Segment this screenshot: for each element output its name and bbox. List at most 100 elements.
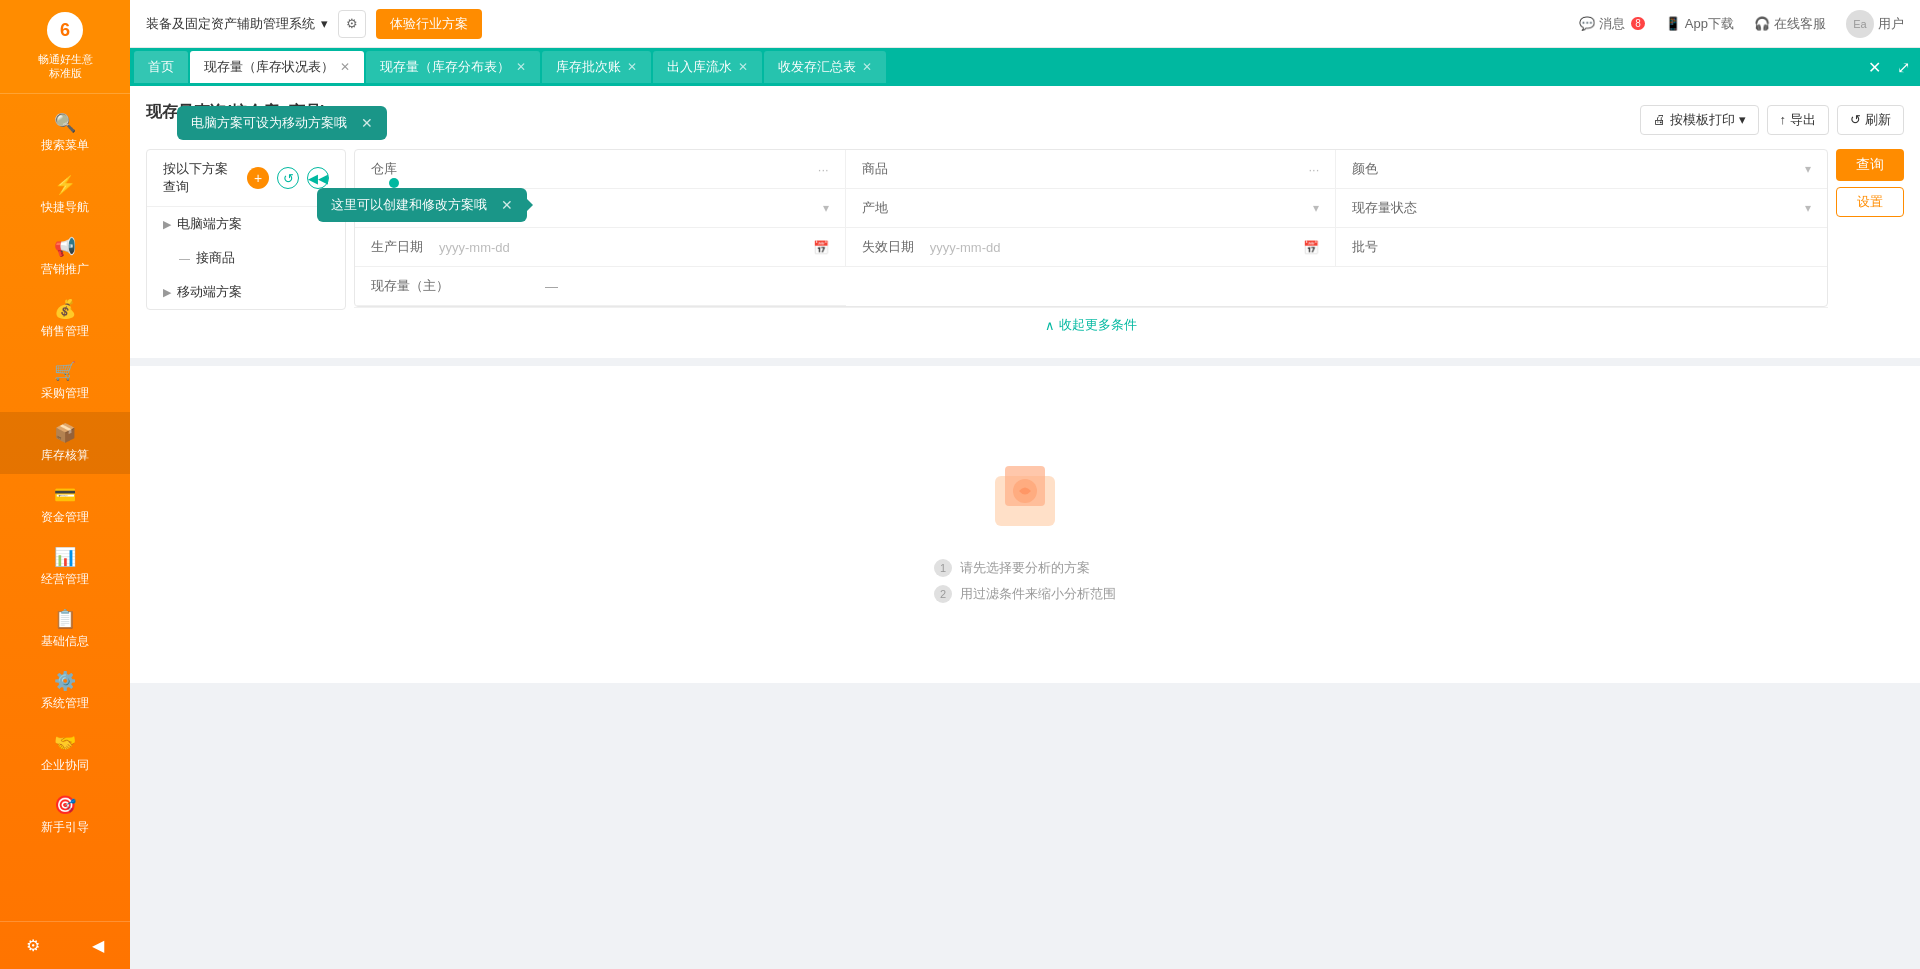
sidebar-item-management[interactable]: 📊 经营管理 [0,536,130,598]
sidebar-item-finance[interactable]: 💳 资金管理 [0,474,130,536]
expire-date-input[interactable] [930,240,1296,255]
size-dropdown-icon[interactable]: ▾ [823,201,829,215]
maximize-btn[interactable]: ⤢ [1891,56,1916,79]
scheme-mobile-label: 移动端方案 [177,283,242,301]
scheme-desktop-label: 电脑端方案 [177,215,242,233]
color-dropdown-icon[interactable]: ▾ [1805,162,1811,176]
filter-cell-expire-date: 失效日期 📅 [846,228,1337,267]
sidebar-item-enterprise[interactable]: 🤝 企业协同 [0,722,130,784]
close-all-tabs-btn[interactable]: ✕ [1862,56,1887,79]
filter-cell-warehouse: 仓库 ··· [355,150,846,189]
origin-input[interactable] [930,201,1306,216]
tab-in-out-flow[interactable]: 出入库流水 ✕ [653,51,762,83]
notification-btn[interactable]: 💬 消息 8 [1579,15,1645,33]
tab-close-in-out-flow[interactable]: ✕ [738,60,748,74]
purchase-icon: 🛒 [54,360,76,382]
produce-date-input[interactable] [439,240,805,255]
scheme-tree-mobile[interactable]: ▶ 移动端方案 [163,275,329,309]
scheme-label: 按以下方案查询 [163,160,239,196]
print-btn[interactable]: 🖨 按模板打印 ▾ [1640,105,1759,135]
filter-cell-stock-status: 现存量状态 ▾ [1336,189,1827,228]
tab-close-inventory-status[interactable]: ✕ [340,60,350,74]
color-input[interactable] [1420,162,1797,177]
produce-date-calendar-icon[interactable]: 📅 [813,240,829,255]
arrow-icon-mobile: ▶ [163,286,171,299]
sidebar-item-marketing[interactable]: 📢 营销推广 [0,226,130,288]
export-btn[interactable]: ↑ 导出 [1767,105,1830,135]
sidebar-item-nav[interactable]: ⚡ 快捷导航 [0,164,130,226]
system-selector[interactable]: 装备及固定资产辅助管理系统 ▾ [146,15,328,33]
finance-icon: 💳 [54,484,76,506]
query-section: 现存量查询(按仓库+商品) 🖨 按模板打印 ▾ ↑ 导出 ↺ 刷新 [130,86,1920,358]
filter-row-1: 仓库 ··· 商品 ··· 颜色 [355,150,1827,189]
bell-icon: 💬 [1579,16,1595,31]
goods-more-icon[interactable]: ··· [1308,162,1319,177]
scheme-panel: 按以下方案查询 + ↺ ◀◀ 电脑方案可设为移动方案哦 ✕ [146,149,346,310]
warehouse-more-icon[interactable]: ··· [818,162,829,177]
sidebar-settings-btn[interactable]: ⚙ [22,932,44,959]
tab-inventory-dist[interactable]: 现存量（库存分布表） ✕ [366,51,540,83]
tooltip-close-2[interactable]: ✕ [501,197,513,213]
filter-cell-batch: 批号 [1336,228,1827,267]
tooltip-close-1[interactable]: ✕ [361,115,373,131]
tab-close-batch-ledger[interactable]: ✕ [627,60,637,74]
filter-container: 按以下方案查询 + ↺ ◀◀ 电脑方案可设为移动方案哦 ✕ [146,149,1904,342]
connector-indicator [389,178,399,188]
tab-home[interactable]: 首页 [134,51,188,83]
filter-cell-stock-main: 现存量（主） — [355,267,846,306]
scheme-back-btn[interactable]: ◀◀ [307,167,329,189]
sidebar-item-purchase[interactable]: 🛒 采购管理 [0,350,130,412]
refresh-icon: ↺ [1850,112,1861,127]
tab-batch-ledger[interactable]: 库存批次账 ✕ [542,51,651,83]
inventory-icon: 📦 [54,422,76,444]
tooltip-scheme: 电脑方案可设为移动方案哦 ✕ [177,106,387,140]
toolbar-actions: 🖨 按模板打印 ▾ ↑ 导出 ↺ 刷新 [1640,105,1905,135]
refresh-btn[interactable]: ↺ 刷新 [1837,105,1904,135]
scheme-add-btn[interactable]: + [247,167,269,189]
user-profile-btn[interactable]: Ea 用户 [1846,10,1904,38]
goods-input[interactable] [930,162,1301,177]
scheme-item-goods[interactable]: — 接商品 [179,241,329,275]
sidebar-item-system[interactable]: ⚙️ 系统管理 [0,660,130,722]
header-settings-btn[interactable]: ⚙ [338,10,366,38]
scheme-tree-desktop[interactable]: ▶ 电脑端方案 [163,207,329,241]
industry-btn[interactable]: 体验行业方案 [376,9,482,39]
tab-collect-summary[interactable]: 收发存汇总表 ✕ [764,51,886,83]
scheme-refresh-btn[interactable]: ↺ [277,167,299,189]
sidebar-item-search[interactable]: 🔍 搜索菜单 [0,102,130,164]
stock-main-from-input[interactable] [457,279,537,294]
tab-close-collect-summary[interactable]: ✕ [862,60,872,74]
sidebar-item-guide[interactable]: 🎯 新手引导 [0,784,130,846]
sidebar-item-inventory[interactable]: 📦 库存核算 [0,412,130,474]
batch-input[interactable] [1420,240,1811,255]
query-btn[interactable]: 查询 [1836,149,1904,181]
origin-dropdown-icon[interactable]: ▾ [1313,201,1319,215]
empty-tips: 1 请先选择要分析的方案 2 用过滤条件来缩小分析范围 [934,559,1116,603]
sidebar-item-basic[interactable]: 📋 基础信息 [0,598,130,660]
empty-tip-2: 2 用过滤条件来缩小分析范围 [934,585,1116,603]
sidebar-footer: ⚙ ◀ [0,921,130,969]
management-icon: 📊 [54,546,76,568]
basic-icon: 📋 [54,608,76,630]
collapse-row[interactable]: ∧ 收起更多条件 [354,307,1828,342]
download-icon: 📱 [1665,16,1681,31]
empty-tip-1: 1 请先选择要分析的方案 [934,559,1116,577]
online-service-btn[interactable]: 🎧 在线客服 [1754,15,1826,33]
tab-close-inventory-dist[interactable]: ✕ [516,60,526,74]
app-download-btn[interactable]: 📱 App下载 [1665,15,1734,33]
sidebar-item-sales[interactable]: 💰 销售管理 [0,288,130,350]
setting-btn[interactable]: 设置 [1836,187,1904,217]
stock-main-to-input[interactable] [566,279,646,294]
nav-icon: ⚡ [54,174,76,196]
guide-icon: 🎯 [54,794,76,816]
warehouse-input[interactable] [439,162,810,177]
stock-status-input[interactable] [1425,201,1797,216]
tab-inventory-status[interactable]: 现存量（库存状况表） ✕ [190,51,364,83]
top-header: 装备及固定资产辅助管理系统 ▾ ⚙ 体验行业方案 💬 消息 8 📱 App下载 … [130,0,1920,48]
logo-text: 畅通好生意 标准版 [38,52,93,81]
sidebar-collapse-btn[interactable]: ◀ [88,932,108,959]
expire-date-calendar-icon[interactable]: 📅 [1303,240,1319,255]
avatar: Ea [1846,10,1874,38]
filter-cell-goods: 商品 ··· [846,150,1337,189]
stock-status-dropdown-icon[interactable]: ▾ [1805,201,1811,215]
